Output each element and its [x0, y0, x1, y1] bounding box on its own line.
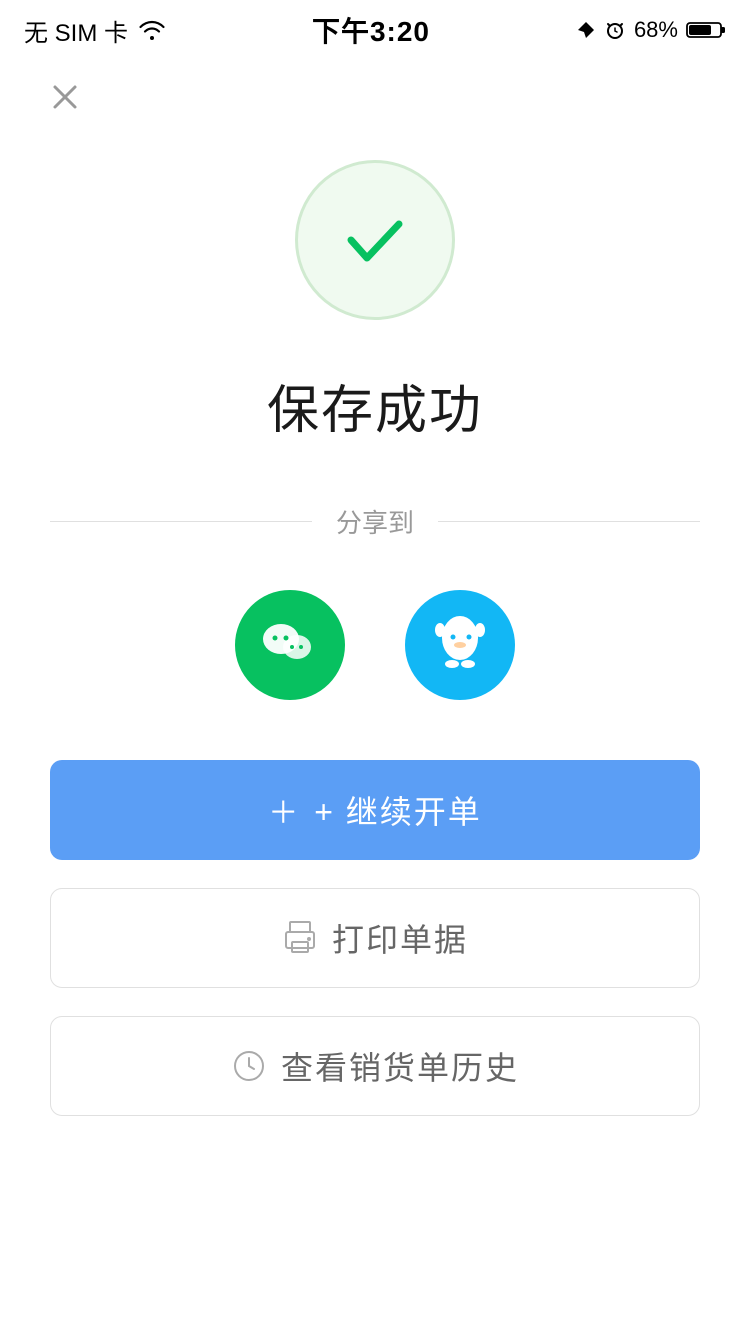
battery-percent: 68% — [634, 17, 678, 43]
history-icon — [231, 1048, 267, 1084]
success-circle — [295, 160, 455, 320]
qq-icon — [429, 610, 491, 680]
divider-right — [438, 521, 700, 522]
continue-new-order-button[interactable]: ＋ + 继续开单 — [50, 760, 700, 860]
close-icon — [47, 79, 83, 115]
share-section: 分享到 — [0, 503, 750, 700]
share-label: 分享到 — [312, 503, 438, 540]
wechat-share-button[interactable] — [235, 590, 345, 700]
plus-icon: ＋ — [268, 788, 300, 832]
close-button[interactable] — [40, 72, 90, 122]
print-label: 打印单据 — [332, 915, 468, 961]
divider-left — [50, 521, 312, 522]
status-time: 下午3:20 — [312, 10, 430, 50]
wifi-icon — [138, 20, 166, 40]
view-history-label: 查看销货单历史 — [281, 1043, 519, 1089]
success-title: 保存成功 — [267, 368, 483, 443]
battery-icon — [686, 20, 726, 40]
printer-icon — [282, 920, 318, 956]
view-history-button[interactable]: 查看销货单历史 — [50, 1016, 700, 1116]
share-divider-row: 分享到 — [0, 503, 750, 540]
status-right: 68% — [576, 17, 726, 43]
status-bar: 无 SIM 卡 下午3:20 68% — [0, 0, 750, 60]
actions-section: ＋ + 继续开单 打印单据 查看销货单历史 — [0, 760, 750, 1116]
check-icon — [335, 200, 415, 280]
location-icon — [576, 20, 596, 40]
wechat-icon — [259, 617, 321, 673]
qq-share-button[interactable] — [405, 590, 515, 700]
continue-new-order-label: + 继续开单 — [314, 787, 482, 833]
status-left: 无 SIM 卡 — [24, 13, 166, 48]
print-button[interactable]: 打印单据 — [50, 888, 700, 988]
sim-label: 无 SIM 卡 — [24, 13, 128, 48]
alarm-icon — [604, 19, 626, 41]
share-icons-row — [235, 590, 515, 700]
main-content: 保存成功 分享到 — [0, 60, 750, 1116]
